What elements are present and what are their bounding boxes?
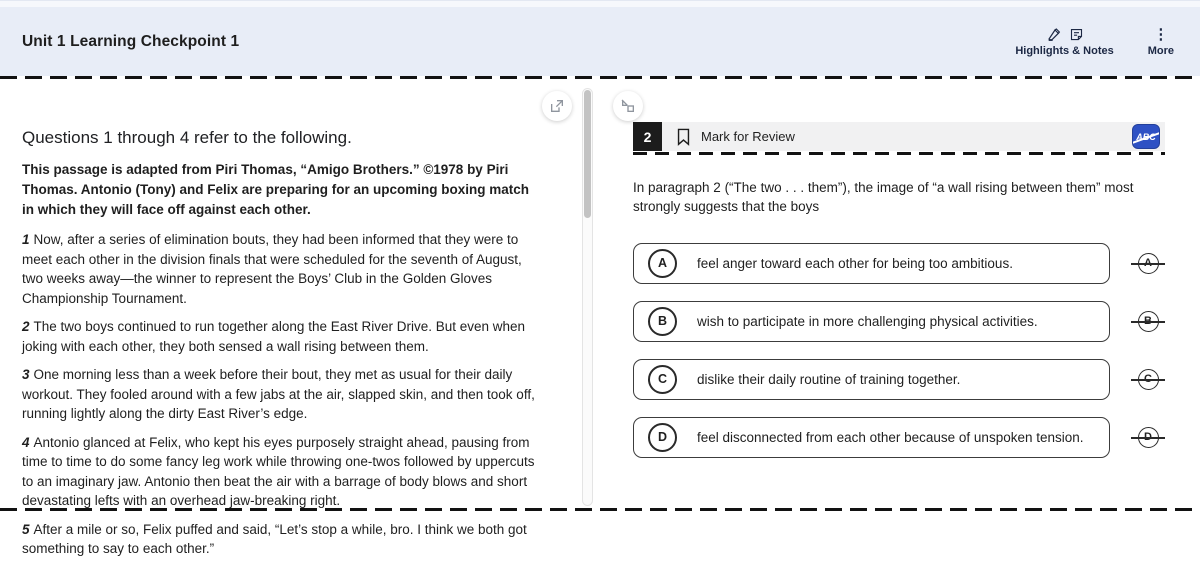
option-d-letter: D <box>648 422 677 452</box>
highlights-notes-label: Highlights & Notes <box>1015 45 1114 57</box>
option-row-d: D feel disconnected from each other beca… <box>633 416 1165 458</box>
eliminate-option-c-button[interactable]: C <box>1131 368 1165 390</box>
paragraph-number: 4 <box>22 434 30 450</box>
paragraph-text: After a mile or so, Felix puffed and sai… <box>22 521 527 557</box>
option-row-a: A feel anger toward each other for being… <box>633 242 1165 284</box>
option-row-b: B wish to participate in more challengin… <box>633 300 1165 342</box>
eliminate-option-d-button[interactable]: D <box>1131 426 1165 448</box>
expand-icon <box>549 98 565 114</box>
question-toolbar: 2 Mark for Review ABC <box>633 122 1165 151</box>
paragraph-number: 5 <box>22 521 30 537</box>
highlights-notes-button[interactable]: Highlights & Notes <box>1015 26 1114 57</box>
answer-eliminator-toggle[interactable]: ABC <box>1132 124 1160 149</box>
paragraph-text: Now, after a series of elimination bouts… <box>22 232 522 306</box>
page-title: Unit 1 Learning Checkpoint 1 <box>22 32 240 50</box>
paragraph-number: 3 <box>22 367 30 382</box>
question-number-badge: 2 <box>633 122 662 151</box>
question-prompt: In paragraph 2 (“The two . . . them”), t… <box>633 179 1134 214</box>
passage-paragraph: 3 One morning less than a week before the… <box>22 365 538 424</box>
option-d[interactable]: D feel disconnected from each other beca… <box>633 416 1110 458</box>
option-c[interactable]: C dislike their daily routine of trainin… <box>633 358 1110 400</box>
more-icon: ⋮ <box>1153 26 1169 43</box>
highlights-notes-icons <box>1046 26 1084 43</box>
passage-paragraph: 1 Now, after a series of elimination bout… <box>22 230 538 308</box>
top-strip <box>0 0 1200 7</box>
more-label: More <box>1147 45 1174 57</box>
eliminator-d-icon: D <box>1137 426 1159 448</box>
option-a-text: feel anger toward each other for being t… <box>697 255 1013 271</box>
passage-panel: Questions 1 through 4 refer to the follo… <box>22 128 538 568</box>
paragraph-number: 2 <box>22 319 30 334</box>
collapse-question-panel-button[interactable] <box>613 91 643 121</box>
notes-icon <box>1069 27 1084 42</box>
scrollbar-thumb[interactable] <box>584 90 591 218</box>
abc-strike-icon: ABC <box>1136 131 1156 142</box>
eliminator-b-icon: B <box>1137 310 1159 332</box>
eliminator-c-icon: C <box>1137 368 1159 390</box>
option-b-letter: B <box>648 306 677 336</box>
highlighter-icon <box>1046 27 1062 43</box>
passage-heading: Questions 1 through 4 refer to the follo… <box>22 128 352 147</box>
paragraph-number: 1 <box>22 232 30 247</box>
option-a-letter: A <box>648 248 677 278</box>
passage-intro: This passage is adapted from Piri Thomas… <box>22 162 530 217</box>
question-divider-dashed <box>633 152 1165 155</box>
passage-paragraph: 4 Antonio glanced at Felix, who kept his … <box>22 433 538 511</box>
header-actions: Highlights & Notes ⋮ More <box>1015 26 1174 57</box>
more-button[interactable]: ⋮ More <box>1148 26 1174 57</box>
option-c-text: dislike their daily routine of training … <box>697 371 961 387</box>
option-c-letter: C <box>648 364 677 394</box>
question-panel: 2 Mark for Review ABC In paragraph 2 (“T… <box>633 122 1165 475</box>
eliminator-a-icon: A <box>1137 252 1159 274</box>
mark-for-review-label[interactable]: Mark for Review <box>701 129 795 144</box>
option-d-text: feel disconnected from each other becaus… <box>697 429 1084 445</box>
header-divider-dashed <box>0 76 1200 79</box>
option-a[interactable]: A feel anger toward each other for being… <box>633 242 1110 284</box>
passage-scrollbar[interactable] <box>582 88 593 506</box>
expand-passage-panel-button[interactable] <box>542 91 572 121</box>
option-b-text: wish to participate in more challenging … <box>697 313 1038 329</box>
paragraph-text: Antonio glanced at Felix, who kept his e… <box>22 434 535 509</box>
paragraph-text: The two boys continued to run together a… <box>22 319 526 354</box>
footer-divider-dashed <box>0 508 1200 511</box>
passage-paragraph: 2 The two boys continued to run together … <box>22 317 538 356</box>
option-b[interactable]: B wish to participate in more challengin… <box>633 300 1110 342</box>
collapse-icon <box>620 98 636 114</box>
option-row-c: C dislike their daily routine of trainin… <box>633 358 1165 400</box>
app-header: Unit 1 Learning Checkpoint 1 Highlights … <box>0 7 1200 76</box>
bookmark-icon[interactable] <box>675 127 692 146</box>
eliminate-option-a-button[interactable]: A <box>1131 252 1165 274</box>
eliminate-option-b-button[interactable]: B <box>1131 310 1165 332</box>
paragraph-text: One morning less than a week before thei… <box>22 367 535 421</box>
passage-paragraph: 5 After a mile or so, Felix puffed and sa… <box>22 520 538 559</box>
answer-options: A feel anger toward each other for being… <box>633 242 1165 458</box>
question-toolbar-bar: Mark for Review ABC <box>662 122 1165 151</box>
